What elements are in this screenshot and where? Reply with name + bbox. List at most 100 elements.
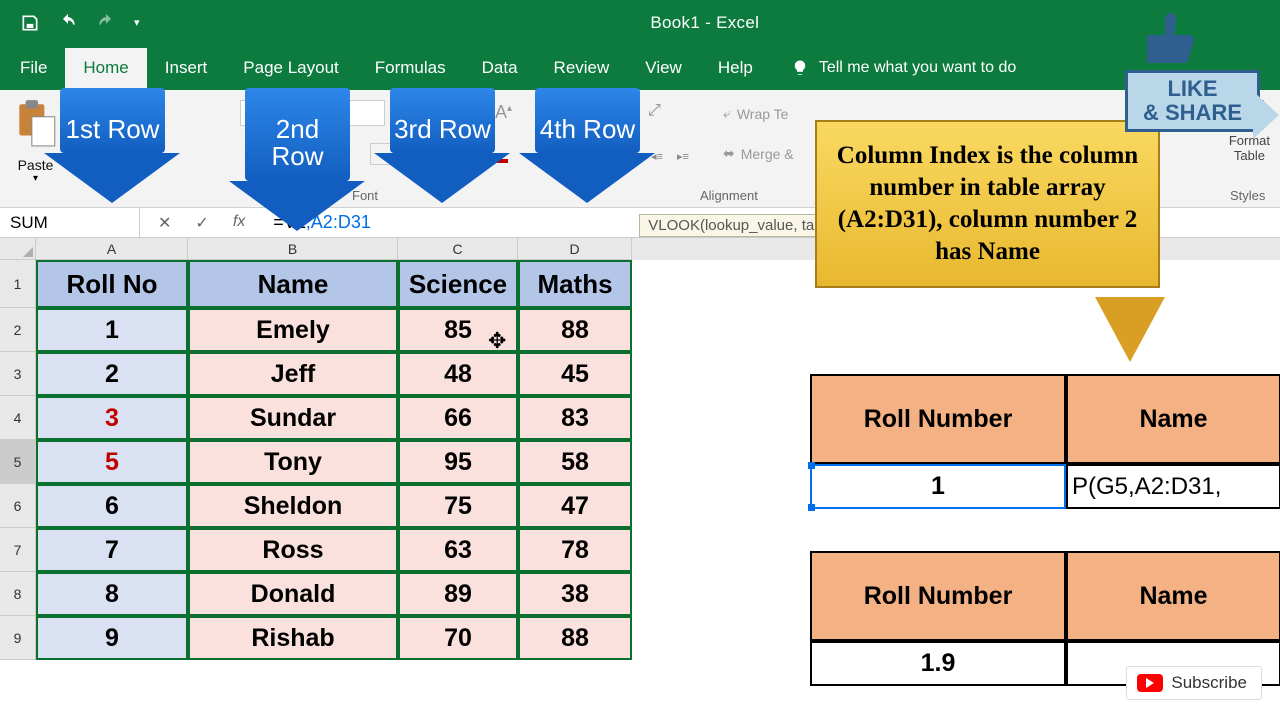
subscribe-button[interactable]: Subscribe (1126, 666, 1262, 700)
header-cell[interactable]: Science (398, 260, 518, 308)
data-cell[interactable]: 88 (518, 308, 632, 352)
data-cell[interactable]: Rishab (188, 616, 398, 660)
col-header-c[interactable]: C (398, 238, 518, 260)
indent-buttons[interactable]: ◂≡ ▸≡ (645, 145, 695, 167)
data-cell[interactable]: 8 (36, 572, 188, 616)
data-cell[interactable]: 63 (398, 528, 518, 572)
rt2-header-name[interactable]: Name (1066, 551, 1280, 641)
data-cell[interactable]: 45 (518, 352, 632, 396)
enter-formula-icon[interactable]: ✓ (195, 213, 208, 233)
data-cell[interactable]: 70 (398, 616, 518, 660)
col-header-a[interactable]: A (36, 238, 188, 260)
rt1-header-name[interactable]: Name (1066, 374, 1280, 464)
row-header-1[interactable]: 1 (0, 260, 36, 308)
tab-view[interactable]: View (627, 48, 700, 88)
fill-color-button[interactable] (440, 140, 470, 166)
merge-center-button[interactable]: ⬌Merge & (723, 145, 794, 162)
cancel-formula-icon[interactable]: ✕ (158, 213, 171, 233)
save-icon[interactable] (20, 13, 40, 33)
data-cell[interactable]: 85 (398, 308, 518, 352)
font-color-button[interactable]: A (478, 140, 508, 166)
tab-page-layout[interactable]: Page Layout (225, 48, 356, 88)
data-cell[interactable]: Emely (188, 308, 398, 352)
worksheet-grid[interactable]: A B C D 1Roll NoNameScienceMaths21Emely8… (0, 238, 1280, 720)
paste-label: Paste (8, 157, 63, 173)
data-cell[interactable]: 7 (36, 528, 188, 572)
border-button[interactable] (370, 143, 396, 165)
row-header[interactable]: 8 (0, 572, 36, 616)
paste-button[interactable]: Paste ▾ (8, 98, 63, 184)
increase-indent-icon[interactable]: ▸≡ (671, 145, 695, 167)
tab-insert[interactable]: Insert (147, 48, 226, 88)
rt2-value-roll[interactable]: 1.9 (810, 641, 1066, 686)
wrap-text-button[interactable]: ⤶Wrap Te (723, 105, 788, 122)
data-cell[interactable]: 89 (398, 572, 518, 616)
data-cell[interactable]: 3 (36, 396, 188, 440)
data-cell[interactable]: 95 (398, 440, 518, 484)
orientation-button[interactable]: ⤢ (648, 102, 661, 120)
col-header-d[interactable]: D (518, 238, 632, 260)
data-cell[interactable]: 48 (398, 352, 518, 396)
tab-help[interactable]: Help (700, 48, 771, 88)
data-cell[interactable]: 88 (518, 616, 632, 660)
rt1-value-name[interactable]: P(G5,A2:D31, (1066, 464, 1280, 509)
header-cell[interactable]: Roll No (36, 260, 188, 308)
data-cell[interactable]: 6 (36, 484, 188, 528)
title-bar: ▾ Book1 - Excel (0, 0, 1280, 45)
bold-button[interactable]: B (252, 143, 266, 166)
rt1-value-roll[interactable]: 1 (810, 464, 1066, 509)
rt1-header-roll[interactable]: Roll Number (810, 374, 1066, 464)
data-cell[interactable]: 9 (36, 616, 188, 660)
row-header[interactable]: 9 (0, 616, 36, 660)
data-cell[interactable]: 38 (518, 572, 632, 616)
thumbs-up-icon (1145, 10, 1195, 65)
data-cell[interactable]: 66 (398, 396, 518, 440)
row-header[interactable]: 2 (0, 308, 36, 352)
tab-review[interactable]: Review (536, 48, 628, 88)
undo-icon[interactable] (58, 13, 78, 33)
header-cell[interactable]: Name (188, 260, 398, 308)
data-cell[interactable]: 58 (518, 440, 632, 484)
data-cell[interactable]: 5 (36, 440, 188, 484)
fx-icon[interactable]: fx (233, 213, 245, 233)
row-header[interactable]: 4 (0, 396, 36, 440)
data-cell[interactable]: 2 (36, 352, 188, 396)
data-cell[interactable]: Jeff (188, 352, 398, 396)
rt2-header-roll[interactable]: Roll Number (810, 551, 1066, 641)
redo-icon[interactable] (96, 13, 116, 33)
increase-font-icon[interactable]: A▴ (495, 102, 512, 123)
row-header[interactable]: 7 (0, 528, 36, 572)
data-cell[interactable]: 78 (518, 528, 632, 572)
tell-me[interactable]: Tell me what you want to do (791, 59, 1016, 77)
font-name-selector[interactable] (240, 100, 385, 126)
tab-file[interactable]: File (10, 48, 65, 88)
format-painter[interactable]: ainter (90, 150, 125, 166)
font-size-selector[interactable] (395, 100, 437, 126)
data-cell[interactable]: Ross (188, 528, 398, 572)
tab-home[interactable]: Home (65, 48, 146, 88)
data-cell[interactable]: 1 (36, 308, 188, 352)
data-cell[interactable]: 75 (398, 484, 518, 528)
header-cell[interactable]: Maths (518, 260, 632, 308)
select-all-corner[interactable] (0, 238, 36, 260)
bulb-icon (791, 59, 809, 77)
data-cell[interactable]: 47 (518, 484, 632, 528)
decrease-indent-icon[interactable]: ◂≡ (645, 145, 669, 167)
tab-data[interactable]: Data (464, 48, 536, 88)
data-cell[interactable]: Donald (188, 572, 398, 616)
wrap-icon: ⤶ (723, 105, 731, 122)
name-box[interactable]: SUM (0, 208, 140, 237)
data-cell[interactable]: Sheldon (188, 484, 398, 528)
data-cell[interactable]: Tony (188, 440, 398, 484)
data-cell[interactable]: Sundar (188, 396, 398, 440)
annotation-callout: Column Index is the column number in tab… (815, 120, 1160, 288)
row-header[interactable]: 3 (0, 352, 36, 396)
vertical-align-buttons[interactable] (555, 102, 625, 120)
horizontal-align-buttons[interactable] (555, 143, 625, 161)
col-header-b[interactable]: B (188, 238, 398, 260)
paste-dropdown-icon[interactable]: ▾ (8, 173, 63, 184)
data-cell[interactable]: 83 (518, 396, 632, 440)
row-header[interactable]: 6 (0, 484, 36, 528)
row-header[interactable]: 5 (0, 440, 36, 484)
tab-formulas[interactable]: Formulas (357, 48, 464, 88)
